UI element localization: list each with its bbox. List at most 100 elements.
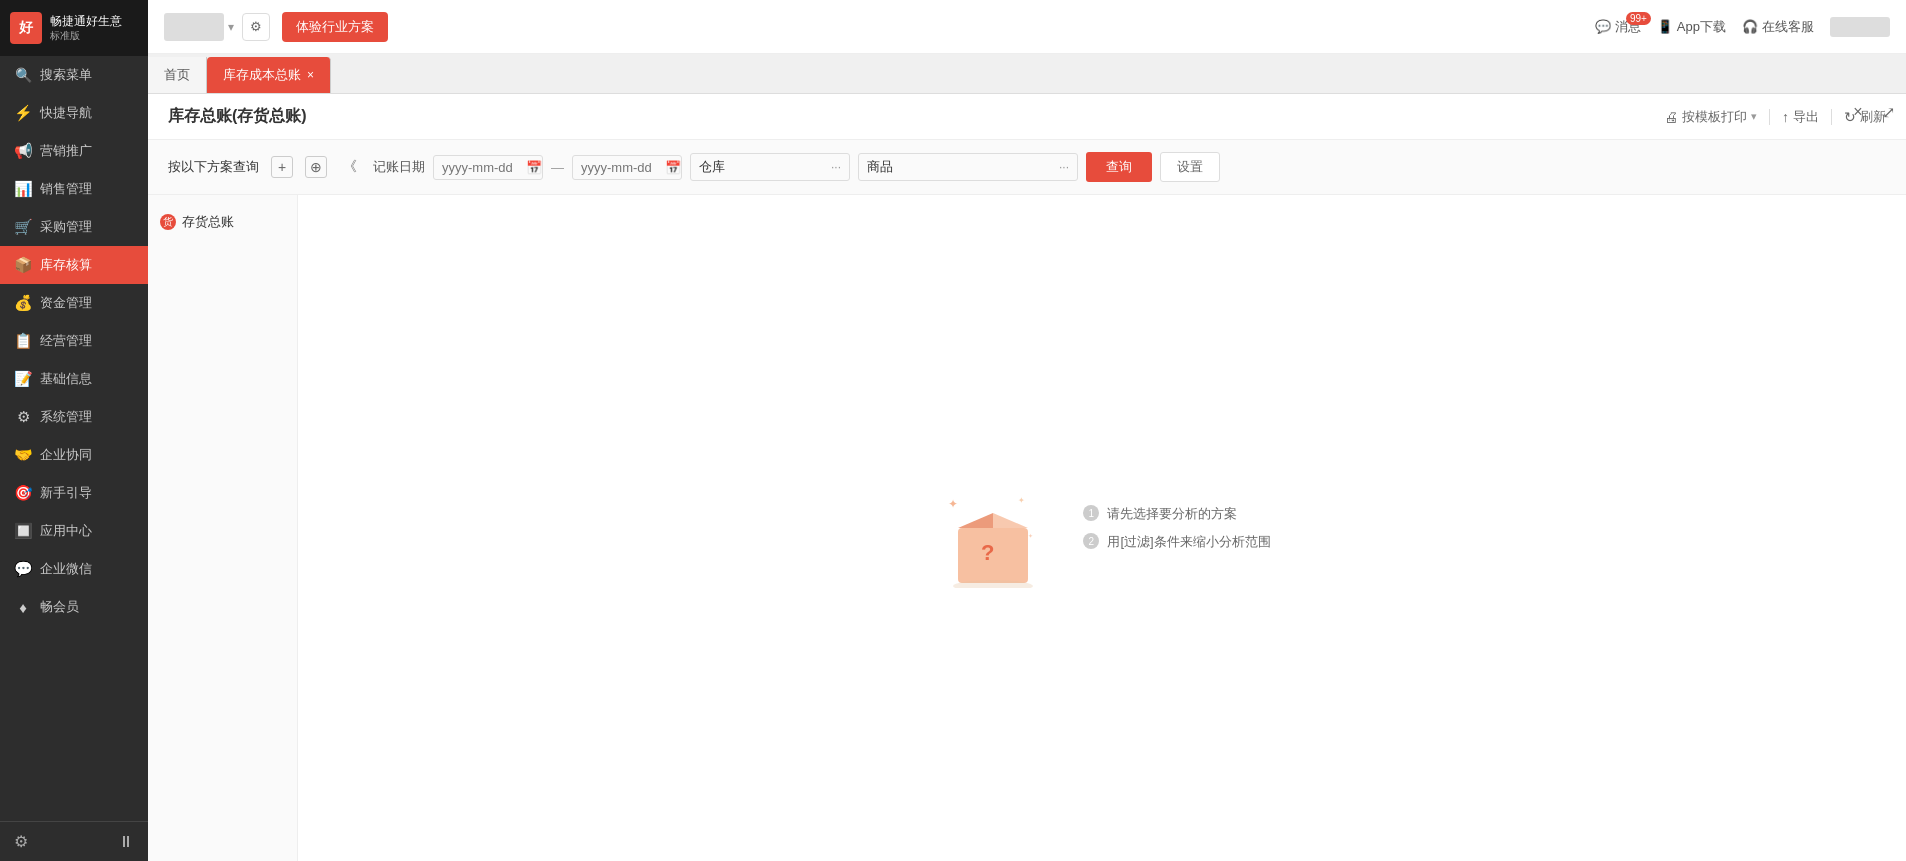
- empty-hint-1: 1 请先选择要分析的方案: [1083, 505, 1270, 523]
- svg-marker-2: [993, 513, 1028, 528]
- sidebar-settings-icon[interactable]: ⚙: [14, 832, 28, 851]
- user-area: ▾: [164, 13, 234, 41]
- hint-text-2: 用[过滤]条件来缩小分析范围: [1107, 533, 1270, 551]
- marketing-icon: 📢: [14, 142, 32, 160]
- sidebar-item-system[interactable]: ⚙ 系统管理: [0, 398, 148, 436]
- sidebar-audio-icon[interactable]: ⏸: [118, 833, 134, 851]
- body-area: 货 存货总账: [148, 195, 1906, 861]
- search-icon: 🔍: [14, 66, 32, 84]
- sidebar-item-marketing[interactable]: 📢 营销推广: [0, 132, 148, 170]
- sidebar-item-label: 经营管理: [40, 332, 92, 350]
- empty-state: ✦ ✦ ✦ ? 1 请先选择要分析的方案 2: [298, 195, 1906, 861]
- empty-svg: ✦ ✦ ✦ ?: [933, 468, 1053, 588]
- messages-button[interactable]: 💬 消息 99+: [1595, 18, 1641, 36]
- goods-select[interactable]: 商品 ···: [858, 153, 1078, 181]
- tabbar: 首页 库存成本总账 ×: [148, 54, 1906, 94]
- app-name: 畅捷通好生意: [50, 14, 122, 30]
- sidebar-item-label: 基础信息: [40, 370, 92, 388]
- sidebar-item-wechat[interactable]: 💬 企业微信: [0, 550, 148, 588]
- sidebar-item-cooperation[interactable]: 🤝 企业协同: [0, 436, 148, 474]
- sidebar-footer: ⚙ ⏸: [0, 821, 148, 861]
- dropdown-icon[interactable]: ▾: [228, 20, 234, 34]
- date-end-field[interactable]: [581, 160, 661, 175]
- sidebar-item-finance[interactable]: 💰 资金管理: [0, 284, 148, 322]
- message-badge: 99+: [1626, 12, 1651, 25]
- filter-add-button[interactable]: +: [271, 156, 293, 178]
- date-start-input[interactable]: 📅: [433, 155, 543, 180]
- quick-nav-icon: ⚡: [14, 104, 32, 122]
- export-icon: ↑: [1782, 109, 1789, 125]
- calendar-icon[interactable]: 📅: [526, 160, 542, 175]
- headset-icon: 🎧: [1742, 19, 1758, 34]
- sidebar-item-label: 营销推广: [40, 142, 92, 160]
- wechat-icon: 💬: [14, 560, 32, 578]
- page-header: 库存总账(存货总账) 🖨 按模板打印 ▾ ↑ 导出 ↻ 刷新: [148, 94, 1906, 140]
- sidebar-item-vip[interactable]: ♦ 畅会员: [0, 588, 148, 626]
- app-download-label: App下载: [1677, 18, 1726, 36]
- operations-icon: 📋: [14, 332, 32, 350]
- main-area: ▾ ⚙ 体验行业方案 💬 消息 99+ 📱 App下载 🎧 在线客服: [148, 0, 1906, 861]
- goods-label: 商品: [867, 158, 893, 176]
- calendar-end-icon[interactable]: 📅: [665, 160, 681, 175]
- logo-icon: 好: [10, 12, 42, 44]
- trial-button[interactable]: 体验行业方案: [282, 12, 388, 42]
- logo-text-block: 畅捷通好生意 标准版: [42, 14, 122, 43]
- app-center-icon: 🔲: [14, 522, 32, 540]
- empty-hint-2: 2 用[过滤]条件来缩小分析范围: [1083, 533, 1270, 551]
- divider-2: [1831, 109, 1832, 125]
- filter-scheme-button[interactable]: ⊕: [305, 156, 327, 178]
- sidebar-item-label: 资金管理: [40, 294, 92, 312]
- date-field-label: 记账日期: [373, 158, 425, 176]
- print-template-button[interactable]: 🖨 按模板打印 ▾: [1664, 108, 1757, 126]
- filter-area: 按以下方案查询 + ⊕ 《 记账日期 📅 — 📅 仓库 ···: [148, 140, 1906, 195]
- sidebar-item-app-center[interactable]: 🔲 应用中心: [0, 512, 148, 550]
- sidebar-item-basic-info[interactable]: 📝 基础信息: [0, 360, 148, 398]
- sidebar-item-inventory[interactable]: 📦 库存核算: [0, 246, 148, 284]
- topbar-settings-button[interactable]: ⚙: [242, 13, 270, 41]
- filter-label: 按以下方案查询: [168, 158, 259, 176]
- sidebar-item-guide[interactable]: 🎯 新手引导: [0, 474, 148, 512]
- print-dropdown-icon[interactable]: ▾: [1751, 110, 1757, 123]
- tab-close-icon[interactable]: ×: [307, 68, 314, 82]
- scheme-icon-text: 货: [163, 215, 173, 229]
- svg-text:?: ?: [981, 540, 994, 565]
- app-download-button[interactable]: 📱 App下载: [1657, 18, 1726, 36]
- app-badge: 标准版: [50, 29, 122, 42]
- guide-icon: 🎯: [14, 484, 32, 502]
- panel-close-button[interactable]: ×: [1844, 98, 1872, 126]
- panel-resize-button[interactable]: ⤢: [1874, 98, 1902, 126]
- sidebar-item-label: 畅会员: [40, 598, 79, 616]
- sidebar-item-label: 企业协同: [40, 446, 92, 464]
- warehouse-select[interactable]: 仓库 ···: [690, 153, 850, 181]
- query-button[interactable]: 查询: [1086, 152, 1152, 182]
- vip-icon: ♦: [14, 598, 32, 616]
- sidebar: 好 畅捷通好生意 标准版 🔍 搜索菜单 ⚡ 快捷导航 📢 营销推广 📊 销售管理…: [0, 0, 148, 861]
- scheme-item-inventory[interactable]: 货 存货总账: [148, 205, 297, 239]
- tab-inventory-cost[interactable]: 库存成本总账 ×: [207, 57, 331, 93]
- goods-more-icon[interactable]: ···: [1059, 160, 1069, 174]
- date-start-field[interactable]: [442, 160, 522, 175]
- warehouse-more-icon[interactable]: ···: [831, 160, 841, 174]
- filter-row: 记账日期 📅 — 📅 仓库 ··· 商品 ···: [373, 152, 1220, 182]
- sidebar-item-quick-nav[interactable]: ⚡ 快捷导航: [0, 94, 148, 132]
- sidebar-item-operations[interactable]: 📋 经营管理: [0, 322, 148, 360]
- hint-num-2: 2: [1083, 533, 1099, 549]
- svg-marker-1: [958, 513, 993, 528]
- print-icon: 🖨: [1664, 109, 1678, 125]
- scheme-item-label: 存货总账: [182, 213, 234, 231]
- sidebar-menu: ⚡ 快捷导航 📢 营销推广 📊 销售管理 🛒 采购管理 📦 库存核算 💰 资金管…: [0, 94, 148, 821]
- online-service-button[interactable]: 🎧 在线客服: [1742, 18, 1814, 36]
- inventory-icon: 📦: [14, 256, 32, 274]
- filter-collapse-button[interactable]: 《: [339, 156, 361, 178]
- basic-info-icon: 📝: [14, 370, 32, 388]
- sidebar-search[interactable]: 🔍 搜索菜单: [0, 56, 148, 94]
- date-end-input[interactable]: 📅: [572, 155, 682, 180]
- sidebar-item-label: 应用中心: [40, 522, 92, 540]
- tab-home[interactable]: 首页: [148, 57, 207, 93]
- sidebar-item-sales[interactable]: 📊 销售管理: [0, 170, 148, 208]
- export-button[interactable]: ↑ 导出: [1782, 108, 1819, 126]
- svg-text:✦: ✦: [948, 497, 958, 511]
- sidebar-item-purchase[interactable]: 🛒 采购管理: [0, 208, 148, 246]
- message-icon: 💬: [1595, 19, 1611, 34]
- settings-button[interactable]: 设置: [1160, 152, 1220, 182]
